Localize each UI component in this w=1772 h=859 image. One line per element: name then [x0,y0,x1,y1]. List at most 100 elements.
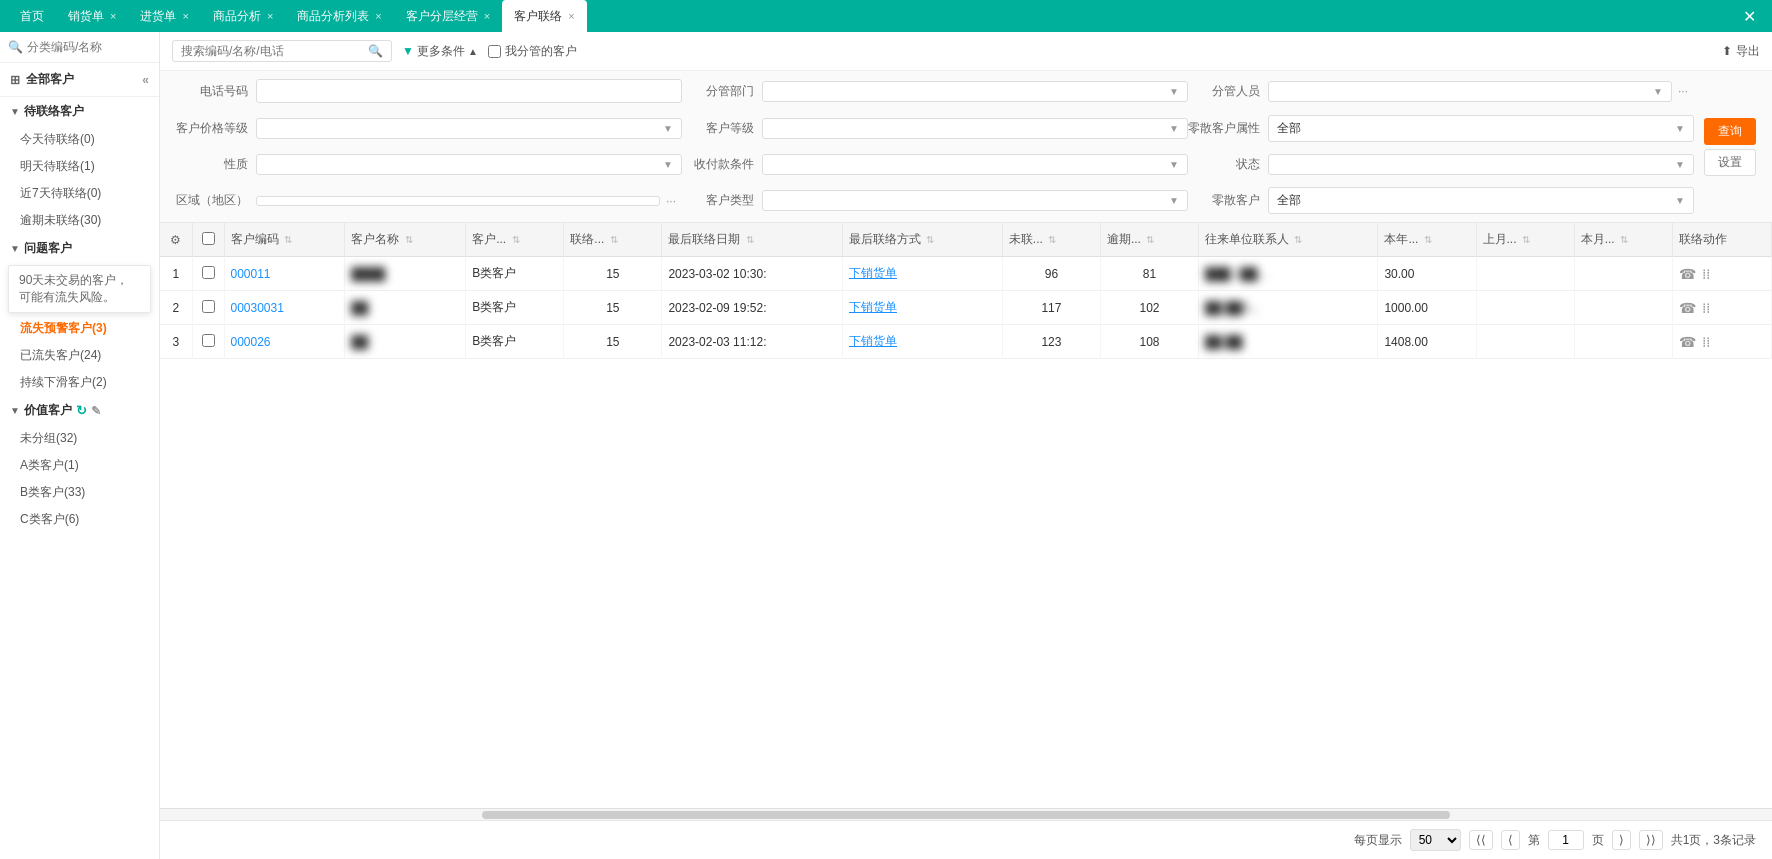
row-last-method[interactable]: 下销货单 [842,291,1002,325]
filter-cust-grade-select[interactable]: ▼ [762,118,1188,139]
sort-icon-uncontacted[interactable]: ⇅ [1048,234,1056,245]
settings-icon[interactable]: ⚙ [170,233,181,247]
tab-analysis-close[interactable]: × [267,10,273,22]
sidebar-item-class-c[interactable]: C类客户(6) [0,506,159,533]
sidebar-search-box[interactable]: 🔍 [0,32,159,63]
next-page-btn[interactable]: ⟩ [1612,830,1631,850]
window-close-icon[interactable]: ✕ [1735,7,1764,26]
th-checkbox[interactable] [192,223,224,257]
sidebar-item-ungrouped[interactable]: 未分组(32) [0,425,159,452]
tab-customer-contact-close[interactable]: × [568,10,574,22]
filter-search-input[interactable] [181,44,368,58]
tab-analysis[interactable]: 商品分析 × [201,0,285,32]
row-code[interactable]: 00030031 [224,291,345,325]
sort-icon-this-month[interactable]: ⇅ [1620,234,1628,245]
filter-area-select[interactable] [256,196,660,206]
page-input[interactable] [1548,830,1584,850]
action-more-icon[interactable]: ⁞⁞ [1702,300,1710,316]
sort-icon-contact[interactable]: ⇅ [610,234,618,245]
row-code[interactable]: 000011 [224,257,345,291]
refresh-icon[interactable]: ↻ [76,403,87,418]
row-code[interactable]: 000026 [224,325,345,359]
sidebar-item-class-a-label: A类客户(1) [20,457,79,474]
filter-status-select[interactable]: ▼ [1268,154,1694,175]
filter-more-conditions-btn[interactable]: ▼ 更多条件 ▲ [402,43,478,60]
sidebar-item-churn-warning[interactable]: 流失预警客户(3) [0,315,159,342]
sidebar-all-customers[interactable]: ⊞ 全部客户 « [0,63,159,97]
first-page-btn[interactable]: ⟨⟨ [1469,830,1493,850]
filter-zero-cust-select[interactable]: 全部 ▼ [1268,187,1694,214]
select-all-checkbox[interactable] [202,232,215,245]
sort-icon-method[interactable]: ⇅ [926,234,934,245]
row-actions[interactable]: ☎ ⁞⁞ [1672,257,1771,291]
filter-person-select[interactable]: ▼ [1268,81,1672,102]
tab-customer-contact[interactable]: 客户联络 × [502,0,586,32]
last-page-btn[interactable]: ⟩⟩ [1639,830,1663,850]
sidebar-item-churned[interactable]: 已流失客户(24) [0,342,159,369]
per-page-select[interactable]: 50 20 100 [1410,829,1461,851]
edit-icon[interactable]: ✎ [91,404,101,418]
action-more-icon[interactable]: ⁞⁞ [1702,334,1710,350]
sidebar-item-class-b[interactable]: B类客户(33) [0,479,159,506]
tab-sales[interactable]: 销货单 × [56,0,128,32]
filter-my-customers[interactable]: 我分管的客户 [488,43,577,60]
filter-price-grade-select[interactable]: ▼ [256,118,682,139]
filter-search-box[interactable]: 🔍 [172,40,392,62]
my-customers-checkbox[interactable] [488,45,501,58]
filter-nature-select[interactable]: ▼ [256,154,682,175]
row-last-month [1476,257,1574,291]
tab-purchase[interactable]: 进货单 × [128,0,200,32]
row-checkbox[interactable] [192,257,224,291]
sidebar-group-value[interactable]: ▼ 价值客户 ↻ ✎ [0,396,159,425]
query-button[interactable]: 查询 [1704,118,1756,145]
prev-page-btn[interactable]: ⟨ [1501,830,1520,850]
sort-icon-overdue[interactable]: ⇅ [1146,234,1154,245]
row-last-method[interactable]: 下销货单 [842,325,1002,359]
sidebar-item-overdue[interactable]: 逾期未联络(30) [0,207,159,234]
sort-icon-person[interactable]: ⇅ [1294,234,1302,245]
sidebar-item-7days[interactable]: 近7天待联络(0) [0,180,159,207]
tab-customer-segment-close[interactable]: × [484,10,490,22]
filter-dept-select[interactable]: ▼ [762,81,1188,102]
filter-person-ellipsis[interactable]: ··· [1672,84,1694,98]
filter-payment-select[interactable]: ▼ [762,154,1188,175]
scrollbar-thumb[interactable] [482,811,1449,819]
sidebar-group-problem[interactable]: ▼ 问题客户 [0,234,159,263]
tab-purchase-close[interactable]: × [182,10,188,22]
sort-icon-last-month[interactable]: ⇅ [1522,234,1530,245]
tab-home[interactable]: 首页 [8,0,56,32]
th-settings[interactable]: ⚙ [160,223,192,257]
action-phone-icon[interactable]: ☎ [1679,300,1696,316]
sort-icon-name[interactable]: ⇅ [405,234,413,245]
sidebar-search-input[interactable] [27,40,151,54]
sort-icon-grade[interactable]: ⇅ [512,234,520,245]
tab-sales-close[interactable]: × [110,10,116,22]
sidebar-item-tomorrow[interactable]: 明天待联络(1) [0,153,159,180]
sort-icon-date[interactable]: ⇅ [746,234,754,245]
settings-button[interactable]: 设置 [1704,149,1756,176]
horizontal-scrollbar[interactable] [160,808,1772,820]
row-checkbox[interactable] [192,325,224,359]
action-phone-icon[interactable]: ☎ [1679,334,1696,350]
row-actions[interactable]: ☎ ⁞⁞ [1672,291,1771,325]
sidebar-group-pending[interactable]: ▼ 待联络客户 [0,97,159,126]
row-actions[interactable]: ☎ ⁞⁞ [1672,325,1771,359]
tab-analysis-list[interactable]: 商品分析列表 × [285,0,393,32]
tab-analysis-list-close[interactable]: × [375,10,381,22]
filter-area-ellipsis[interactable]: ··· [660,194,682,208]
filter-zero-attr-select[interactable]: 全部 ▼ [1268,115,1694,142]
sidebar-item-today[interactable]: 今天待联络(0) [0,126,159,153]
filter-cust-type-select[interactable]: ▼ [762,190,1188,211]
tab-customer-segment[interactable]: 客户分层经营 × [394,0,502,32]
action-phone-icon[interactable]: ☎ [1679,266,1696,282]
sort-icon-this-year[interactable]: ⇅ [1424,234,1432,245]
sort-icon-code[interactable]: ⇅ [284,234,292,245]
row-checkbox[interactable] [192,291,224,325]
sidebar-item-class-a[interactable]: A类客户(1) [0,452,159,479]
row-last-method[interactable]: 下销货单 [842,257,1002,291]
filter-phone-input[interactable] [256,79,682,103]
filter-search-icon[interactable]: 🔍 [368,44,383,58]
sidebar-item-declining[interactable]: 持续下滑客户(2) [0,369,159,396]
filter-export-btn[interactable]: ⬆ 导出 [1722,43,1760,60]
action-more-icon[interactable]: ⁞⁞ [1702,266,1710,282]
